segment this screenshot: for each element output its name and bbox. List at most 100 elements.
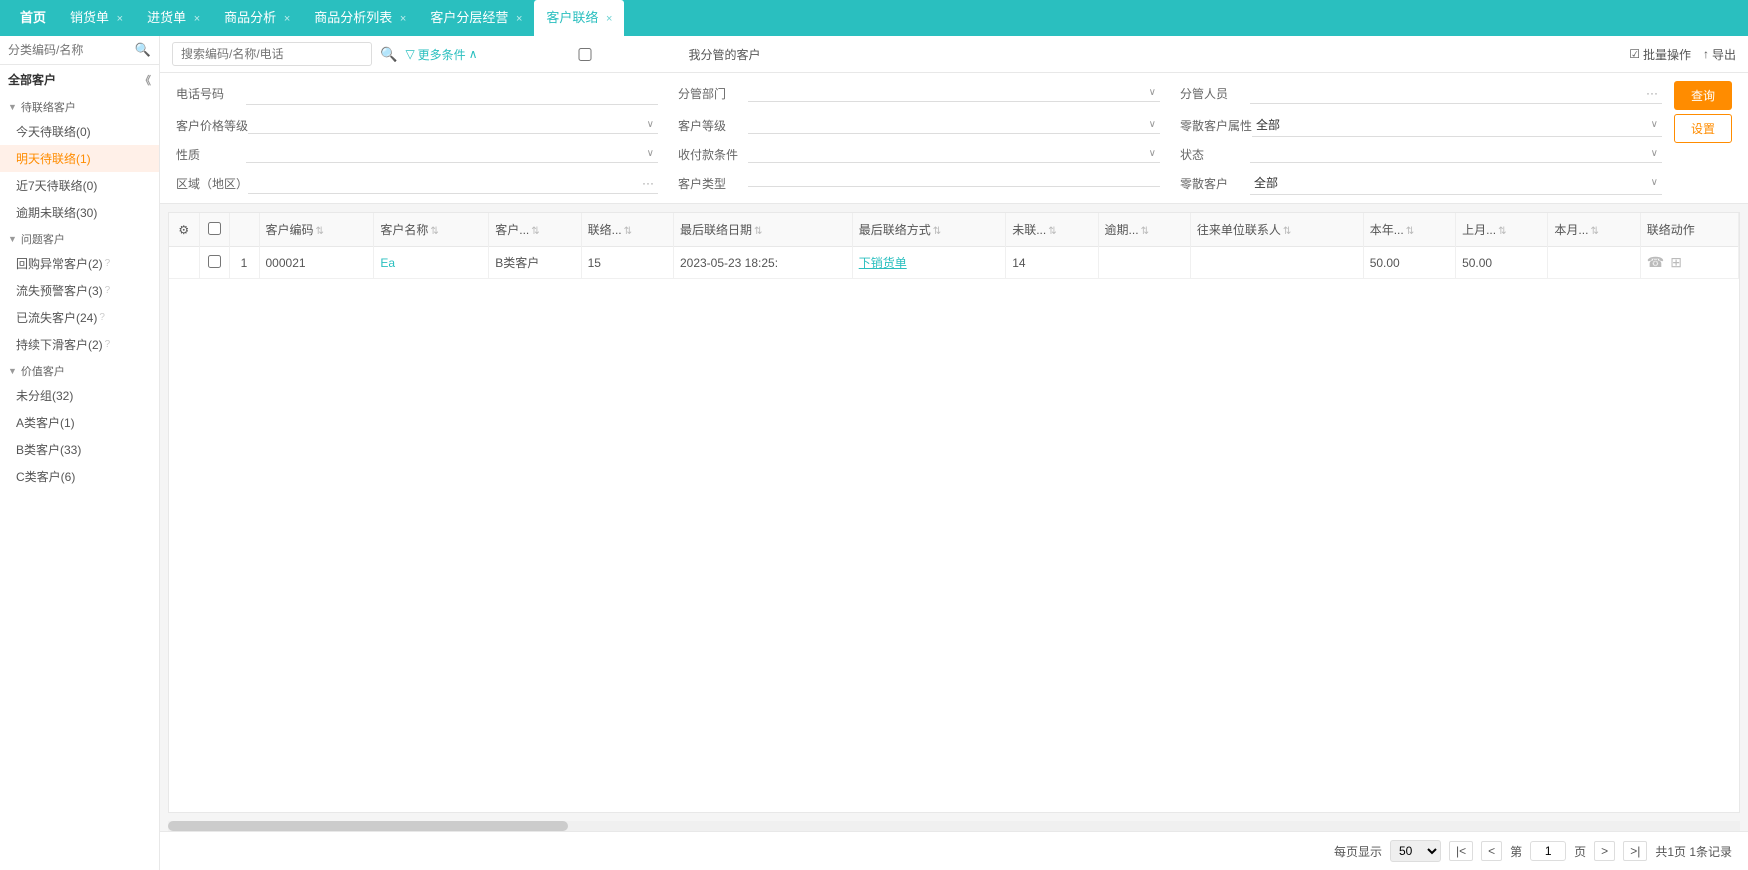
- filter-dept-dropdown[interactable]: ∨: [748, 84, 1160, 102]
- sidebar-item-class-b[interactable]: B类客户(33): [0, 436, 159, 463]
- sort-icon-method: ⇅: [933, 226, 941, 237]
- sidebar-item-today-pending[interactable]: 今天待联络(0): [0, 118, 159, 145]
- select-all-checkbox[interactable]: [208, 222, 221, 235]
- sidebar-search-input[interactable]: [8, 43, 135, 57]
- close-purchase-order-icon[interactable]: ×: [194, 13, 200, 25]
- row-no: 1: [229, 247, 259, 279]
- nav-customer-tiering[interactable]: 客户分层经营 ×: [418, 0, 534, 36]
- sidebar-item-class-c[interactable]: C类客户(6): [0, 463, 159, 490]
- filter-price-level-dropdown[interactable]: ∨: [248, 116, 658, 134]
- help-icon-3[interactable]: ?: [99, 312, 105, 323]
- col-this-month[interactable]: 本月...⇅: [1548, 213, 1640, 247]
- filter-customer-type-input[interactable]: [748, 180, 1160, 187]
- search-input[interactable]: [172, 42, 372, 66]
- search-button[interactable]: 🔍: [380, 46, 397, 63]
- first-page-button[interactable]: |<: [1449, 841, 1473, 861]
- sidebar-item-tomorrow-pending[interactable]: 明天待联络(1): [0, 145, 159, 172]
- sidebar-item-churn-warning[interactable]: 流失预警客户(3) ?: [0, 277, 159, 304]
- filter-row-1: 电话号码 分管部门 ∨ 分管人员: [176, 81, 1662, 105]
- row-gear: [169, 247, 199, 279]
- scrollbar-thumb[interactable]: [168, 821, 568, 831]
- close-product-analysis-list-icon[interactable]: ×: [400, 13, 406, 25]
- filter-nature-dropdown[interactable]: ∨: [246, 145, 658, 163]
- filter-retail-attr: 零散客户属性 全部 ∨: [1180, 113, 1662, 137]
- close-product-analysis-icon[interactable]: ×: [284, 13, 290, 25]
- row-unlinkdays: 14: [1006, 247, 1098, 279]
- filter-retail-customer-dropdown[interactable]: 全部 ∨: [1250, 171, 1662, 195]
- sidebar-item-overdue-pending[interactable]: 逾期未联络(30): [0, 199, 159, 226]
- row-select-checkbox[interactable]: [208, 255, 221, 268]
- col-last-contact-date[interactable]: 最后联络日期⇅: [673, 213, 852, 247]
- col-customer-code[interactable]: 客户编码⇅: [259, 213, 374, 247]
- close-customer-contact-icon[interactable]: ×: [606, 13, 612, 25]
- row-last-contact-method[interactable]: 下销货单: [852, 247, 1005, 279]
- table-row: 1 000021 Ea B类客户 15 2023-05-23 18:25: 下销…: [169, 247, 1739, 279]
- collapse-icon[interactable]: 《: [140, 72, 151, 88]
- sidebar-item-class-a[interactable]: A类客户(1): [0, 409, 159, 436]
- prev-page-button[interactable]: <: [1481, 841, 1502, 861]
- filter-region-input[interactable]: ···: [248, 173, 658, 194]
- sidebar-search-container: 🔍: [0, 36, 159, 65]
- filter-status-label: 状态: [1180, 146, 1250, 163]
- sort-icon-this-year: ⇅: [1406, 226, 1414, 237]
- col-contact-person[interactable]: 往来单位联系人⇅: [1190, 213, 1363, 247]
- col-customer-type[interactable]: 客户...⇅: [489, 213, 581, 247]
- sidebar-search-icon[interactable]: 🔍: [135, 42, 151, 58]
- sidebar-item-7days-pending[interactable]: 近7天待联络(0): [0, 172, 159, 199]
- sidebar-item-ungrouped[interactable]: 未分组(32): [0, 382, 159, 409]
- help-icon-2[interactable]: ?: [105, 285, 111, 296]
- help-icon-4[interactable]: ?: [105, 339, 111, 350]
- next-page-button[interactable]: >: [1594, 841, 1615, 861]
- col-overdue[interactable]: 逾期...⇅: [1098, 213, 1190, 247]
- nav-product-analysis[interactable]: 商品分析 ×: [212, 0, 302, 36]
- nav-customer-contact[interactable]: 客户联络 ×: [534, 0, 624, 36]
- page-number-input[interactable]: [1530, 841, 1566, 861]
- manager-ellipsis: ···: [1646, 86, 1658, 100]
- query-button[interactable]: 查询: [1674, 81, 1732, 110]
- filter-manager-input[interactable]: ···: [1250, 83, 1662, 104]
- export-button[interactable]: ↑ 导出: [1703, 46, 1736, 63]
- filter-nature: 性质 ∨: [176, 145, 658, 163]
- col-gear[interactable]: ⚙: [169, 213, 199, 247]
- close-customer-tiering-icon[interactable]: ×: [516, 13, 522, 25]
- filter-phone-input[interactable]: [246, 81, 658, 105]
- col-this-year[interactable]: 本年...⇅: [1363, 213, 1455, 247]
- col-last-contact-method[interactable]: 最后联络方式⇅: [852, 213, 1005, 247]
- filter-customer-level-dropdown[interactable]: ∨: [748, 116, 1160, 134]
- all-customers-header[interactable]: 全部客户 《: [0, 65, 159, 94]
- col-last-month[interactable]: 上月...⇅: [1456, 213, 1548, 247]
- row-checkbox[interactable]: [199, 247, 229, 279]
- sidebar: 🔍 全部客户 《 待联络客户 今天待联络(0) 明天待联络(1) 近7天待联络(…: [0, 36, 160, 870]
- col-checkbox[interactable]: [199, 213, 229, 247]
- nav-home[interactable]: 首页: [8, 0, 58, 36]
- last-page-button[interactable]: >|: [1623, 841, 1647, 861]
- help-icon-1[interactable]: ?: [105, 258, 111, 269]
- row-contact-person: [1190, 247, 1363, 279]
- my-customers-checkbox[interactable]: [485, 48, 685, 61]
- nav-product-analysis-list[interactable]: 商品分析列表 ×: [302, 0, 418, 36]
- col-contact-count[interactable]: 联络...⇅: [581, 213, 673, 247]
- page-size-select[interactable]: 50 100 200: [1390, 840, 1441, 862]
- more-filter-button[interactable]: ▽ 更多条件 ∧: [405, 46, 477, 63]
- grid-action-icon[interactable]: ⊞: [1670, 254, 1682, 271]
- filter-status-dropdown[interactable]: ∨: [1250, 145, 1662, 163]
- sidebar-item-declining-customers[interactable]: 持续下滑客户(2) ?: [0, 331, 159, 358]
- horizontal-scrollbar[interactable]: [168, 821, 1740, 831]
- col-unlinked-days[interactable]: 未联...⇅: [1006, 213, 1098, 247]
- setting-button[interactable]: 设置: [1674, 114, 1732, 143]
- phone-action-icon[interactable]: ☎: [1647, 254, 1664, 271]
- sort-icon-code: ⇅: [316, 226, 324, 237]
- my-customers-checkbox-label[interactable]: 我分管的客户: [485, 46, 760, 63]
- close-sales-order-icon[interactable]: ×: [117, 13, 123, 25]
- filter-payment-terms-dropdown[interactable]: ∨: [748, 145, 1160, 163]
- row-name[interactable]: Ea: [374, 247, 489, 279]
- filter-row-4: 区域（地区） ··· 客户类型: [176, 171, 1662, 195]
- sort-icon-contact: ⇅: [624, 226, 632, 237]
- nav-sales-order[interactable]: 销货单 ×: [58, 0, 135, 36]
- sidebar-item-lost-customers[interactable]: 已流失客户(24) ?: [0, 304, 159, 331]
- nav-purchase-order[interactable]: 进货单 ×: [135, 0, 212, 36]
- filter-retail-attr-dropdown[interactable]: 全部 ∨: [1252, 113, 1662, 137]
- col-customer-name[interactable]: 客户名称⇅: [374, 213, 489, 247]
- batch-operation-button[interactable]: ☑ 批量操作: [1629, 46, 1691, 63]
- sidebar-item-repurchase-abnormal[interactable]: 回购异常客户(2) ?: [0, 250, 159, 277]
